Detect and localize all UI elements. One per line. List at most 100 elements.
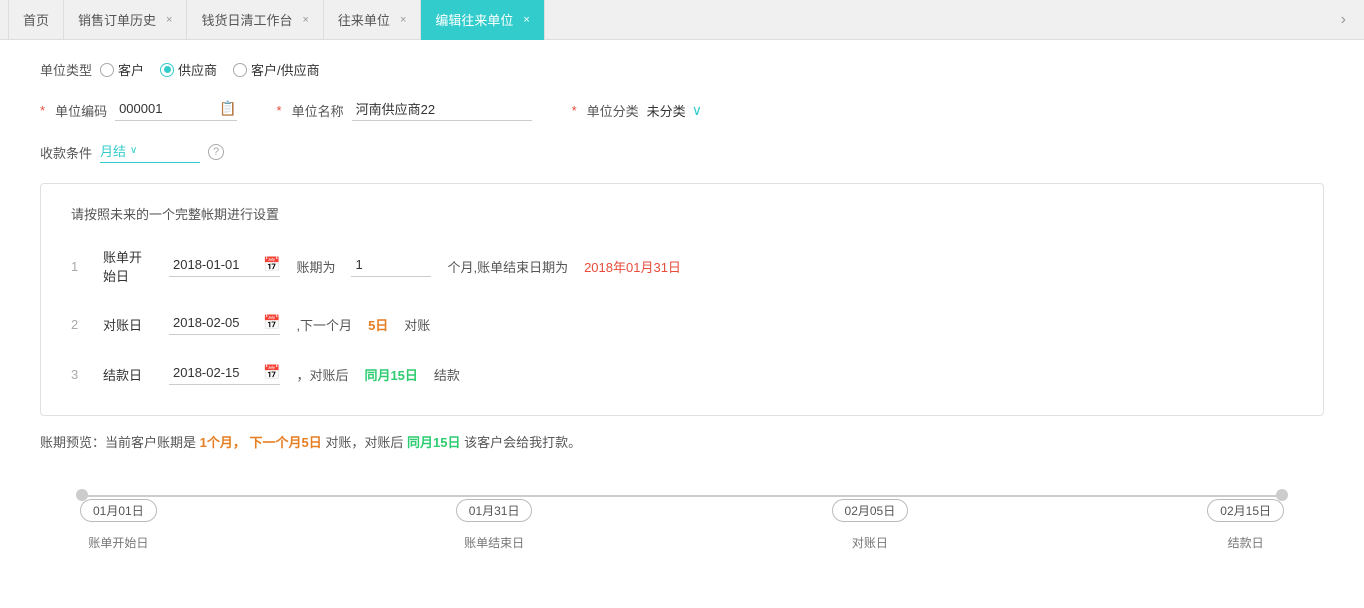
unit-type-label: 单位类型	[40, 60, 92, 79]
payment-field: 收款条件 月结 ∨ ?	[40, 141, 224, 163]
period-date-1-group: 📅	[169, 255, 280, 277]
required-star-classify: *	[572, 103, 577, 118]
timeline-label-1: 账单开始日	[88, 534, 148, 551]
close-partners-icon[interactable]: ×	[400, 14, 406, 26]
period-date-1-input-group: 📅	[169, 255, 280, 277]
period-desc-3-after: 结款	[434, 365, 460, 384]
period-desc-1-after: 个月,账单结束日期为	[447, 257, 568, 276]
classify-select[interactable]: 未分类 ∨	[647, 101, 702, 120]
timeline-point-2: 01月31日 账单结束日	[456, 475, 533, 551]
radio-circle-supplier	[160, 63, 174, 77]
preview-text: 账期预览：当前客户账期是 1个月， 下一个月5日 对账，对账后 同月15日 该客…	[40, 432, 1324, 451]
unit-classify-label: 单位分类	[587, 101, 639, 120]
payment-select[interactable]: 月结 ∨	[100, 141, 200, 163]
preview-pay: 同月15日	[407, 435, 460, 450]
tab-cash-work[interactable]: 钱货日清工作台 ×	[187, 0, 323, 40]
timeline-wrapper: 01月01日 账单开始日 01月31日 账单结束日 02月05日 对账日 02月…	[40, 475, 1324, 551]
preview-end: 该客户会给我打款。	[464, 435, 581, 450]
period-row-2: 2 对账日 📅 ,下一个月 5日 对账	[71, 313, 1293, 335]
preview-1month: 1个月，	[200, 435, 246, 450]
timeline-label-2: 账单结束日	[464, 534, 524, 551]
period-row-3: 3 结款日 📅 ，对账后 同月15日 结款	[71, 363, 1293, 385]
timeline-tag-1: 01月01日	[80, 499, 157, 522]
radio-customer[interactable]: 客户	[100, 60, 144, 79]
unit-code-field: * 单位编码 📋	[40, 99, 237, 121]
period-reconcile-day: 5日	[368, 315, 388, 334]
period-num-2: 2	[71, 317, 87, 332]
payment-label: 收款条件	[40, 143, 92, 162]
timeline-points: 01月01日 账单开始日 01月31日 账单结束日 02月05日 对账日 02月…	[80, 475, 1284, 551]
period-date-2-input-group: 📅	[169, 313, 280, 335]
preview-label: 账期预览：当前客户账期是	[40, 435, 196, 450]
required-star-name: *	[277, 103, 282, 118]
timeline-tag-4: 02月15日	[1207, 499, 1284, 522]
unit-type-field: 单位类型 客户 供应商 客户/供应商	[40, 60, 320, 79]
period-end-date-highlight: 2018年01月31日	[584, 257, 681, 276]
page-content: 单位类型 客户 供应商 客户/供应商 * 单位编码	[0, 40, 1364, 608]
period-date-1-input[interactable]	[169, 255, 259, 274]
radio-circle-customer	[100, 63, 114, 77]
period-date-2-input[interactable]	[169, 313, 259, 332]
timeline-tag-3: 02月05日	[832, 499, 909, 522]
period-num-1: 1	[71, 259, 87, 274]
unit-code-input-group: 📋	[115, 99, 236, 121]
period-date-3-group: 📅	[169, 363, 280, 385]
close-sales-history-icon[interactable]: ×	[166, 14, 172, 26]
period-desc-2-after: 对账	[404, 315, 430, 334]
unit-name-field: * 单位名称	[277, 99, 532, 121]
period-date-2-group: 📅	[169, 313, 280, 335]
period-num-3: 3	[71, 367, 87, 382]
period-desc-2-before: ,下一个月	[296, 315, 352, 334]
tab-sales-history[interactable]: 销售订单历史 ×	[64, 0, 187, 40]
radio-circle-both	[233, 63, 247, 77]
unit-type-row: 单位类型 客户 供应商 客户/供应商	[40, 60, 1324, 79]
tab-edit-partner[interactable]: 编辑往来单位 ×	[421, 0, 544, 40]
period-instruction: 请按照未来的一个完整帐期进行设置	[71, 204, 1293, 223]
period-months-input-group	[351, 255, 431, 277]
tab-partners[interactable]: 往来单位 ×	[324, 0, 421, 40]
payment-value: 月结	[100, 141, 126, 160]
timeline-label-4: 结款日	[1228, 534, 1264, 551]
timeline-tag-2: 01月31日	[456, 499, 533, 522]
radio-both[interactable]: 客户/供应商	[233, 60, 320, 79]
period-box: 请按照未来的一个完整帐期进行设置 1 账单开始日 📅 账期为 个月,账单结束日期…	[40, 183, 1324, 416]
close-cash-work-icon[interactable]: ×	[302, 14, 308, 26]
payment-row: 收款条件 月结 ∨ ?	[40, 141, 1324, 163]
tab-chevron-right[interactable]: ›	[1331, 11, 1356, 29]
unit-code-input[interactable]	[115, 99, 215, 118]
unit-info-row: * 单位编码 📋 * 单位名称 * 单位分类 未分类 ∨	[40, 99, 1324, 121]
radio-supplier[interactable]: 供应商	[160, 60, 217, 79]
tab-home[interactable]: 首页	[8, 0, 64, 40]
required-star-code: *	[40, 103, 45, 118]
timeline-point-4: 02月15日 结款日	[1207, 475, 1284, 551]
period-months-input[interactable]	[351, 255, 431, 274]
copy-icon[interactable]: 📋	[219, 100, 236, 117]
period-label-3: 结款日	[103, 365, 153, 384]
classify-chevron-icon: ∨	[692, 102, 702, 119]
timeline-label-3: 对账日	[852, 534, 888, 551]
help-icon[interactable]: ?	[208, 144, 224, 160]
unit-name-input-group	[352, 99, 532, 121]
classify-value: 未分类	[647, 101, 686, 120]
radio-group: 客户 供应商 客户/供应商	[100, 60, 320, 79]
period-date-3-input[interactable]	[169, 363, 259, 382]
period-label-1: 账单开始日	[103, 247, 153, 285]
preview-mid: 对账，对账后	[325, 435, 403, 450]
preview-reconcile: 下一个月5日	[250, 435, 322, 450]
calendar-icon-2[interactable]: 📅	[263, 314, 280, 331]
unit-name-label: 单位名称	[292, 101, 344, 120]
close-edit-partner-icon[interactable]: ×	[523, 14, 529, 26]
period-desc-1-before: 账期为	[296, 257, 335, 276]
period-desc-3-before: ，对账后	[296, 365, 348, 384]
period-pay-day: 同月15日	[364, 365, 417, 384]
period-row-1: 1 账单开始日 📅 账期为 个月,账单结束日期为 2018年01月31日	[71, 247, 1293, 285]
unit-code-label: 单位编码	[55, 101, 107, 120]
calendar-icon-1[interactable]: 📅	[263, 256, 280, 273]
calendar-icon-3[interactable]: 📅	[263, 364, 280, 381]
period-label-2: 对账日	[103, 315, 153, 334]
tab-bar: 首页 销售订单历史 × 钱货日清工作台 × 往来单位 × 编辑往来单位 × ›	[0, 0, 1364, 40]
unit-classify-field: * 单位分类 未分类 ∨	[572, 101, 702, 120]
timeline-point-1: 01月01日 账单开始日	[80, 475, 157, 551]
unit-name-input[interactable]	[352, 99, 532, 118]
period-date-3-input-group: 📅	[169, 363, 280, 385]
